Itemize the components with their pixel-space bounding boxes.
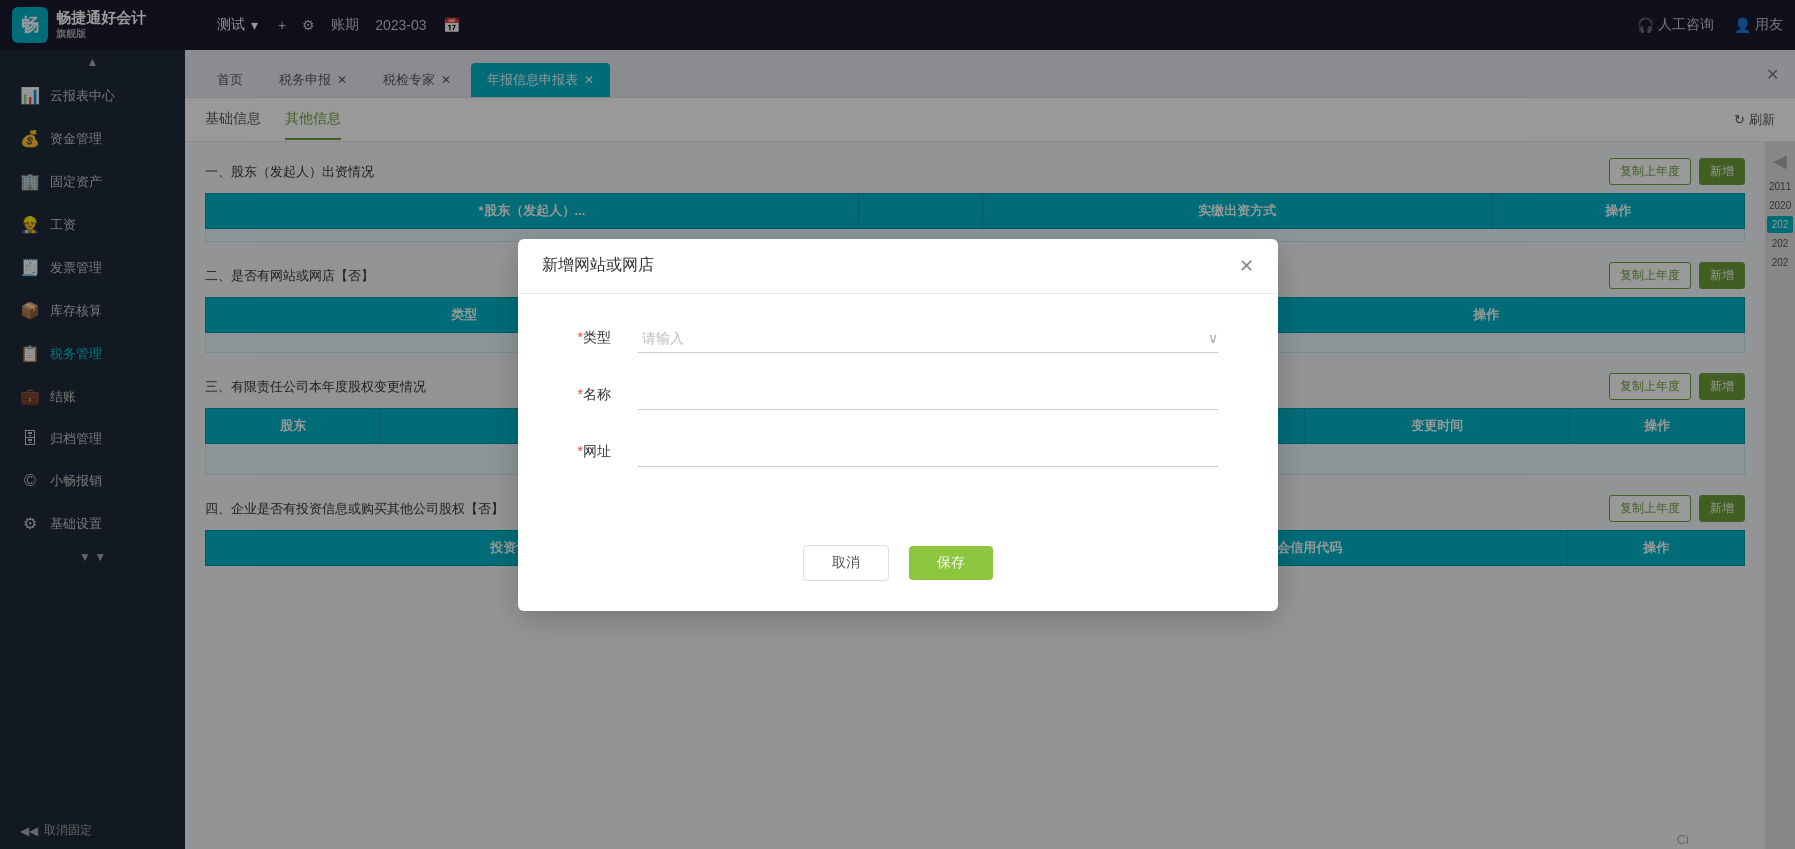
form-row-url: *网址	[578, 438, 1218, 467]
save-button[interactable]: 保存	[909, 546, 993, 580]
name-input[interactable]	[638, 381, 1218, 409]
url-input[interactable]	[638, 438, 1218, 466]
type-input-wrap: ∨	[638, 324, 1218, 353]
modal-header: 新增网站或网店 ✕	[518, 239, 1278, 294]
form-row-name: *名称	[578, 381, 1218, 410]
modal-title: 新增网站或网店	[542, 255, 654, 276]
url-label: *网址	[578, 443, 638, 461]
modal-body: *类型 ∨ *名称 *网址	[518, 294, 1278, 525]
modal-add-website: 新增网站或网店 ✕ *类型 ∨ *名称	[518, 239, 1278, 611]
url-input-wrap	[638, 438, 1218, 467]
name-input-wrap	[638, 381, 1218, 410]
dropdown-icon[interactable]: ∨	[1208, 330, 1218, 346]
type-input[interactable]	[638, 324, 1208, 352]
cancel-button[interactable]: 取消	[803, 545, 889, 581]
modal-footer: 取消 保存	[518, 525, 1278, 611]
name-label: *名称	[578, 386, 638, 404]
form-row-type: *类型 ∨	[578, 324, 1218, 353]
type-label: *类型	[578, 329, 638, 347]
modal-overlay[interactable]: 新增网站或网店 ✕ *类型 ∨ *名称	[0, 0, 1795, 849]
modal-close-button[interactable]: ✕	[1239, 255, 1254, 277]
